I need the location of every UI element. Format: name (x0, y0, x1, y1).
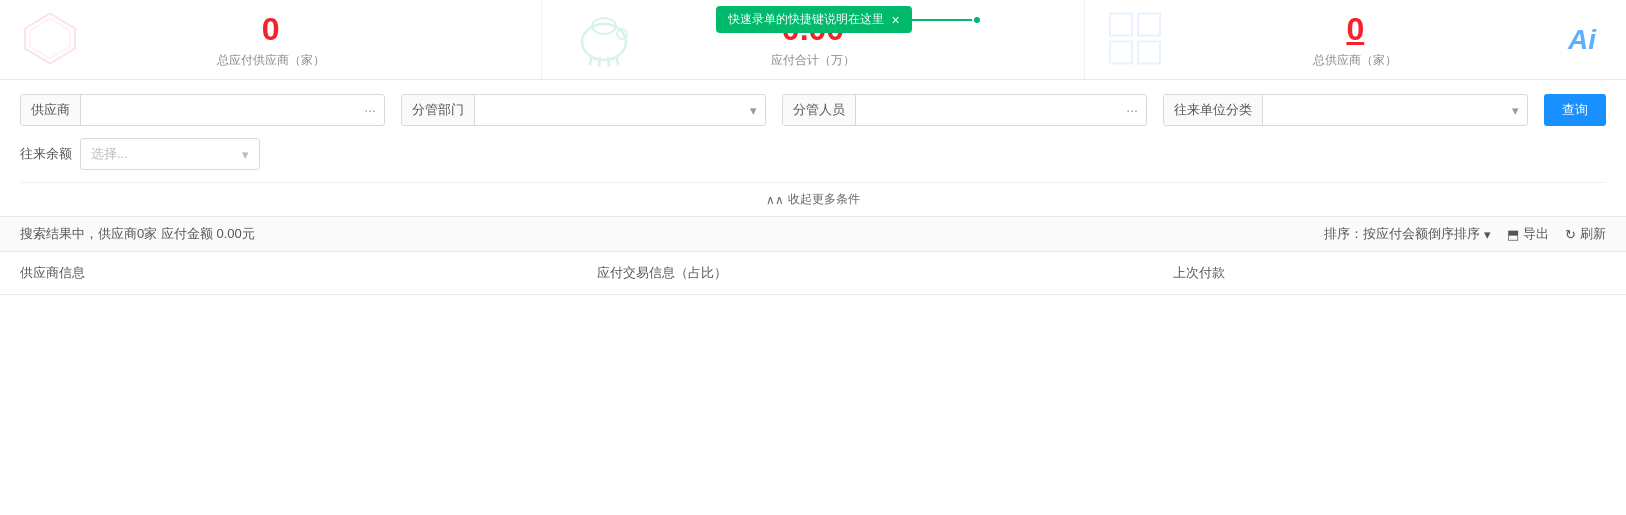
stat-suppliers-content: 0 总供应商（家） (1313, 10, 1397, 69)
export-label: 导出 (1523, 225, 1549, 243)
department-filter[interactable]: 分管部门 ▾ (401, 94, 766, 126)
department-input[interactable] (475, 103, 742, 118)
table-body (0, 295, 1626, 515)
search-button[interactable]: 查询 (1544, 94, 1606, 126)
balance-label: 往来余额 (20, 145, 72, 163)
export-icon: ⬒ (1507, 227, 1519, 242)
manager-filter[interactable]: 分管人员 ··· (782, 94, 1147, 126)
total-suppliers-number: 0 (1346, 10, 1364, 48)
stat-payable-total: 快速录单的快捷键说明在这里 × 0.00 应付合计（万） (542, 0, 1084, 79)
sort-select[interactable]: 排序：按应付会额倒序排序 ▾ (1324, 225, 1491, 243)
supplier-label: 供应商 (21, 95, 81, 125)
supplier-filter[interactable]: 供应商 ··· (20, 94, 385, 126)
balance-arrow-icon: ▾ (242, 147, 249, 162)
refresh-button[interactable]: ↻ 刷新 (1565, 225, 1606, 243)
grid-icon (1105, 8, 1165, 71)
tooltip-close-btn[interactable]: × (892, 13, 900, 27)
payable-suppliers-label: 总应付供应商（家） (217, 52, 325, 69)
filter-row-1: 供应商 ··· 分管部门 ▾ 分管人员 ··· 往来单位分类 ▾ 查询 (20, 94, 1606, 126)
filter-area: 供应商 ··· 分管部门 ▾ 分管人员 ··· 往来单位分类 ▾ 查询 往来余额… (0, 80, 1626, 217)
department-label: 分管部门 (402, 95, 475, 125)
filter-row-2: 往来余额 选择... ▾ (20, 138, 1606, 170)
svg-rect-10 (1138, 13, 1160, 35)
svg-rect-12 (1138, 41, 1160, 63)
svg-marker-1 (30, 18, 70, 58)
refresh-icon: ↻ (1565, 227, 1576, 242)
unit-category-label: 往来单位分类 (1164, 95, 1263, 125)
collapse-button[interactable]: ∧∧ 收起更多条件 (754, 189, 872, 210)
table-header: 供应商信息 应付交易信息（占比） 上次付款 (0, 252, 1626, 295)
collapse-row: ∧∧ 收起更多条件 (20, 182, 1606, 216)
payable-suppliers-number: 0 (262, 10, 280, 48)
sort-label: 排序：按应付会额倒序排序 (1324, 225, 1480, 243)
tooltip-dot (972, 15, 982, 25)
stat-payable-suppliers: 0 总应付供应商（家） (0, 0, 542, 79)
stats-bar: 0 总应付供应商（家） 快速录单的快捷键说明在这里 × 0.00 应 (0, 0, 1626, 80)
svg-line-6 (599, 58, 600, 66)
tooltip-bubble: 快速录单的快捷键说明在这里 × (716, 6, 912, 33)
col-supplier-info: 供应商信息 (20, 264, 597, 282)
sort-arrow-icon: ▾ (1484, 227, 1491, 242)
supplier-input[interactable] (81, 103, 356, 118)
unit-category-arrow-icon[interactable]: ▾ (1504, 103, 1527, 118)
svg-marker-0 (25, 13, 75, 63)
ai-badge: Ai (1568, 24, 1596, 56)
export-button[interactable]: ⬒ 导出 (1507, 225, 1549, 243)
piggy-icon (572, 6, 637, 74)
svg-rect-11 (1110, 41, 1132, 63)
unit-category-input[interactable] (1263, 103, 1504, 118)
result-bar: 搜索结果中，供应商0家 应付金额 0.00元 排序：按应付会额倒序排序 ▾ ⬒ … (0, 217, 1626, 252)
total-suppliers-label: 总供应商（家） (1313, 52, 1397, 69)
collapse-label: 收起更多条件 (788, 191, 860, 208)
svg-rect-9 (1110, 13, 1132, 35)
manager-label: 分管人员 (783, 95, 856, 125)
department-arrow-icon[interactable]: ▾ (742, 103, 765, 118)
balance-select[interactable]: 选择... ▾ (80, 138, 260, 170)
manager-input[interactable] (856, 103, 1118, 118)
col-last-payment: 上次付款 (1173, 264, 1606, 282)
diamond-icon (20, 8, 80, 71)
manager-dots-icon[interactable]: ··· (1118, 102, 1146, 118)
unit-category-filter[interactable]: 往来单位分类 ▾ (1163, 94, 1528, 126)
svg-line-7 (608, 58, 609, 66)
stat-payable-content: 0 总应付供应商（家） (217, 10, 325, 69)
supplier-dots-icon[interactable]: ··· (356, 102, 384, 118)
stat-total-suppliers: 0 总供应商（家） Ai (1085, 0, 1626, 79)
result-actions: 排序：按应付会额倒序排序 ▾ ⬒ 导出 ↻ 刷新 (1324, 225, 1606, 243)
result-summary: 搜索结果中，供应商0家 应付金额 0.00元 (20, 225, 255, 243)
col-transaction-info: 应付交易信息（占比） (597, 264, 1174, 282)
collapse-up-icon: ∧∧ (766, 193, 784, 207)
payable-total-label: 应付合计（万） (771, 52, 855, 69)
refresh-label: 刷新 (1580, 225, 1606, 243)
tooltip-text: 快速录单的快捷键说明在这里 (728, 11, 884, 28)
balance-placeholder: 选择... (91, 145, 128, 163)
